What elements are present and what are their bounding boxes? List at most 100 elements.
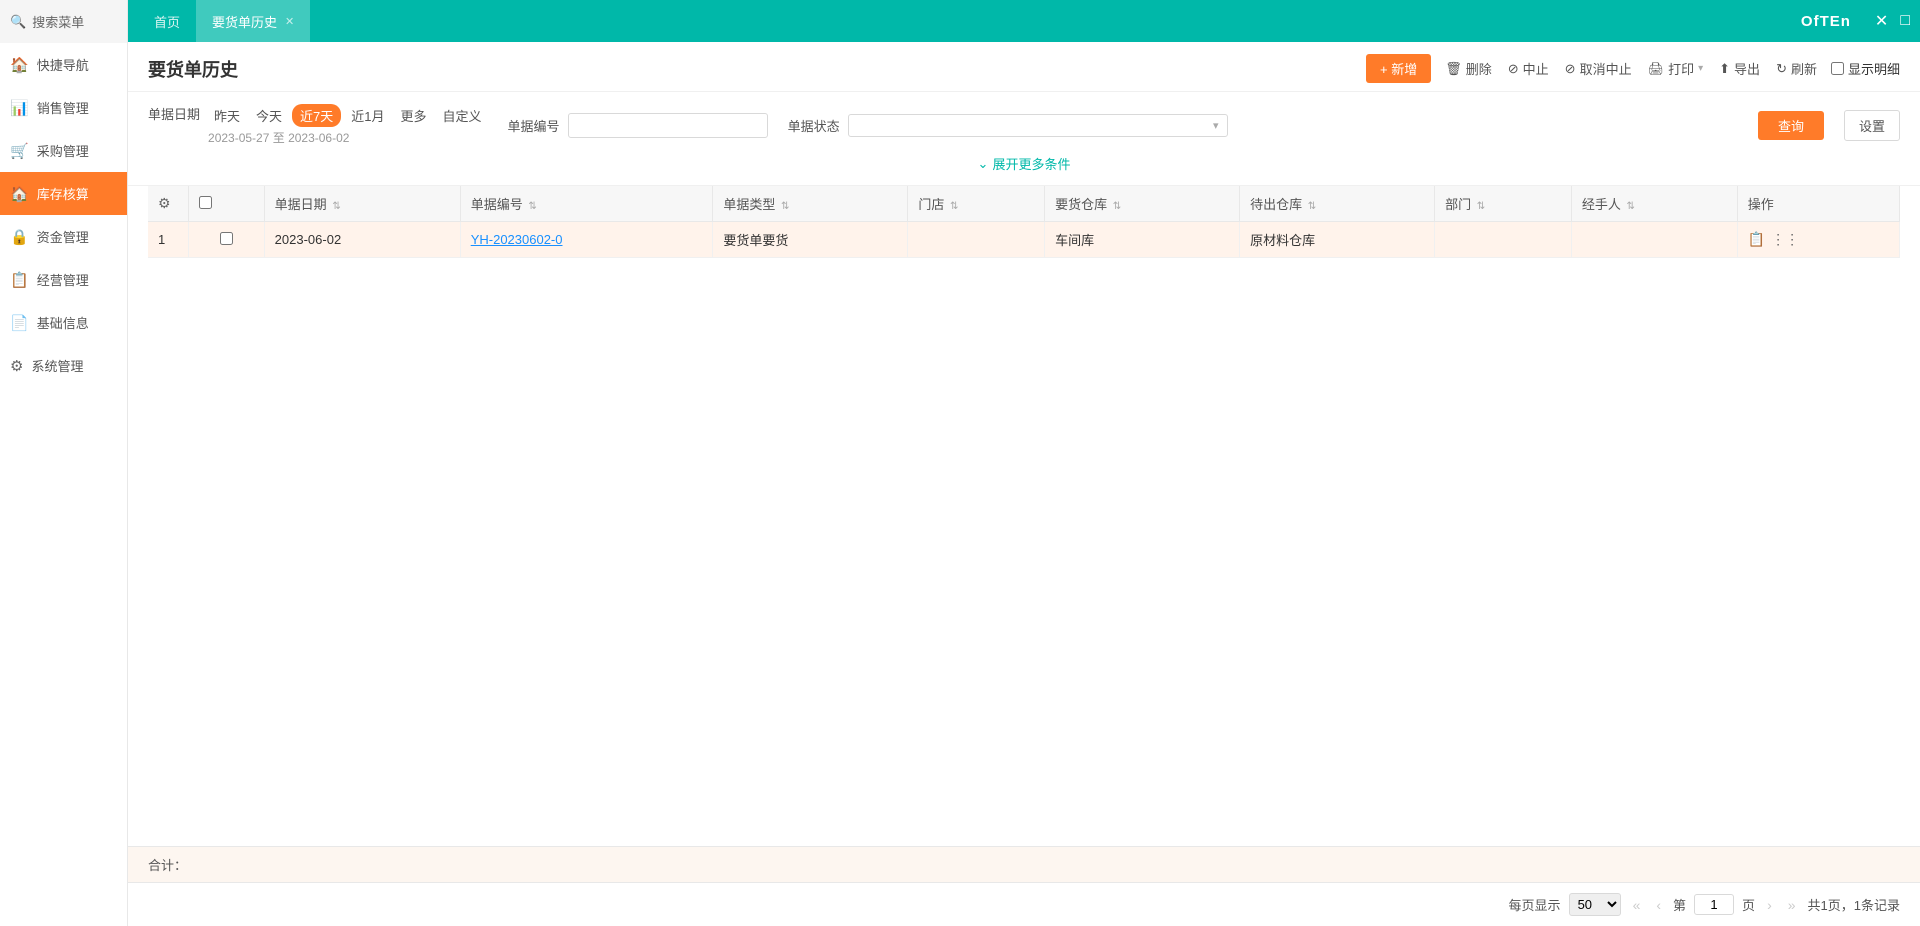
- settings-gear-icon[interactable]: ⚙: [158, 195, 171, 211]
- tab-home[interactable]: 首页: [138, 0, 196, 42]
- sidebar-item-operation[interactable]: 📋 经营管理: [0, 258, 127, 301]
- total-label: 合计：: [148, 855, 187, 874]
- sidebar-item-system[interactable]: ⚙ 系统管理: [0, 344, 127, 387]
- col-date: 单据日期 ⇅: [264, 186, 460, 222]
- tab-requisition-history[interactable]: 要货单历史 ✕: [196, 0, 310, 42]
- date-btn-more[interactable]: 更多: [395, 104, 433, 127]
- sidebar-item-label: 基础信息: [37, 313, 89, 332]
- brand-label: OfTEn: [1801, 13, 1851, 30]
- per-page-select[interactable]: 10 20 50 100: [1569, 893, 1621, 916]
- settings-button[interactable]: 设置: [1844, 110, 1900, 141]
- bill-no-filter-group: 单据编号: [508, 113, 768, 138]
- row-edit-icon[interactable]: ⋮⋮: [1771, 231, 1799, 248]
- row-bill-no: YH-20230602-0: [460, 222, 713, 258]
- refresh-icon: ↻: [1776, 61, 1787, 77]
- action-icons: 📋 ⋮⋮: [1748, 231, 1889, 248]
- sort-department-icon[interactable]: ⇅: [1477, 201, 1485, 212]
- sort-date-icon[interactable]: ⇅: [332, 201, 340, 212]
- col-department: 部门 ⇅: [1435, 186, 1572, 222]
- total-info: 共1页，1条记录: [1808, 895, 1900, 914]
- pagination-bar: 每页显示 10 20 50 100 « ‹ 第 页 › » 共1页，1条记录: [128, 882, 1920, 926]
- row-bill-no-link[interactable]: YH-20230602-0: [471, 232, 563, 247]
- sort-pending-warehouse-icon[interactable]: ⇅: [1308, 201, 1316, 212]
- sidebar-item-label: 系统管理: [31, 356, 83, 375]
- first-page-btn[interactable]: «: [1629, 895, 1645, 915]
- query-button[interactable]: 查询: [1758, 111, 1824, 140]
- window-maximize-icon[interactable]: □: [1900, 12, 1910, 30]
- content-area: 要货单历史 + 新增 🗑 删除 ⊘ 中止 ⊘ 取消中止 🖨 打印: [128, 42, 1920, 926]
- sidebar-item-quick-nav[interactable]: 🏠 快捷导航: [0, 43, 127, 86]
- refresh-button[interactable]: ↻ 刷新: [1774, 55, 1819, 82]
- search-icon: 🔍: [10, 14, 26, 30]
- date-btn-1month[interactable]: 近1月: [345, 104, 390, 127]
- next-page-btn[interactable]: ›: [1763, 895, 1776, 915]
- date-btn-custom[interactable]: 自定义: [437, 104, 488, 127]
- sidebar-item-inventory[interactable]: 🏠 库存核算: [0, 172, 127, 215]
- bill-no-input[interactable]: [568, 113, 768, 138]
- page-suffix: 页: [1742, 895, 1755, 914]
- cancel-stop-icon: ⊘: [1565, 61, 1576, 77]
- status-select[interactable]: ▾: [848, 114, 1228, 137]
- status-label: 单据状态: [788, 116, 840, 135]
- tab-close-icon[interactable]: ✕: [285, 15, 294, 28]
- select-all-checkbox[interactable]: [199, 196, 212, 209]
- sort-handler-icon[interactable]: ⇅: [1626, 201, 1634, 212]
- page-title: 要货单历史: [148, 56, 238, 82]
- stop-icon: ⊘: [1508, 61, 1519, 77]
- col-bill-no: 单据编号 ⇅: [460, 186, 713, 222]
- prev-page-btn[interactable]: ‹: [1652, 895, 1665, 915]
- expand-more-btn[interactable]: ⌄ 展开更多条件: [148, 154, 1900, 173]
- sidebar-item-label: 资金管理: [37, 227, 89, 246]
- inventory-icon: 🏠: [10, 185, 29, 203]
- sidebar-item-label: 销售管理: [37, 98, 89, 117]
- page-number-input[interactable]: [1694, 894, 1734, 915]
- table-header-row: ⚙ 单据日期 ⇅ 单据编号 ⇅: [148, 186, 1900, 222]
- print-icon: 🖨: [1648, 61, 1665, 77]
- toolbar: + 新增 🗑 删除 ⊘ 中止 ⊘ 取消中止 🖨 打印 ▾: [1366, 54, 1900, 83]
- data-table: ⚙ 单据日期 ⇅ 单据编号 ⇅: [148, 186, 1900, 258]
- sidebar-item-finance[interactable]: 🔒 资金管理: [0, 215, 127, 258]
- sort-bill-type-icon[interactable]: ⇅: [781, 201, 789, 212]
- table-footer: 合计：: [128, 846, 1920, 882]
- status-filter-group: 单据状态 ▾: [788, 114, 1738, 137]
- basic-info-icon: 📄: [10, 314, 29, 332]
- row-req-warehouse: 车间库: [1045, 222, 1240, 258]
- sidebar-item-label: 库存核算: [37, 184, 89, 203]
- display-cell-toggle[interactable]: 显示明细: [1831, 59, 1900, 78]
- last-page-btn[interactable]: »: [1784, 895, 1800, 915]
- col-pending-warehouse: 待出仓库 ⇅: [1240, 186, 1435, 222]
- sidebar-item-basic-info[interactable]: 📄 基础信息: [0, 301, 127, 344]
- print-button[interactable]: 🖨 打印 ▾: [1646, 55, 1706, 82]
- sidebar-search[interactable]: 🔍 搜索菜单: [0, 0, 127, 43]
- window-close-icon[interactable]: ✕: [1875, 11, 1888, 31]
- new-button[interactable]: + 新增: [1366, 54, 1431, 83]
- date-btn-7days[interactable]: 近7天: [292, 104, 341, 127]
- date-buttons-group: 昨天 今天 近7天 近1月 更多 自定义 2023-05-27 至 2023-0…: [208, 104, 488, 146]
- sidebar-search-label: 搜索菜单: [32, 12, 84, 31]
- sidebar-item-sales[interactable]: 📊 销售管理: [0, 86, 127, 129]
- expand-label: 展开更多条件: [992, 154, 1070, 173]
- filter-row-1: 单据日期 昨天 今天 近7天 近1月 更多 自定义 2023-05-27 至 2…: [148, 104, 1900, 146]
- filter-area: 单据日期 昨天 今天 近7天 近1月 更多 自定义 2023-05-27 至 2…: [128, 92, 1920, 186]
- row-checkbox[interactable]: [220, 232, 233, 245]
- sort-store-icon[interactable]: ⇅: [950, 201, 958, 212]
- date-btn-yesterday[interactable]: 昨天: [208, 104, 246, 127]
- topbar: 首页 要货单历史 ✕ OfTEn ✕ □: [128, 0, 1920, 42]
- display-cell-checkbox[interactable]: [1831, 62, 1844, 75]
- sort-bill-no-icon[interactable]: ⇅: [528, 201, 536, 212]
- stop-button[interactable]: ⊘ 中止: [1506, 55, 1551, 82]
- main-area: 首页 要货单历史 ✕ OfTEn ✕ □ 要货单历史 + 新增 🗑 删除 ⊘: [128, 0, 1920, 926]
- date-btn-today[interactable]: 今天: [250, 104, 288, 127]
- table-row: 1 2023-06-02 YH-20230602-0 要货单要货 车间库 原材料…: [148, 222, 1900, 258]
- col-store: 门店 ⇅: [908, 186, 1045, 222]
- sort-req-warehouse-icon[interactable]: ⇅: [1113, 201, 1121, 212]
- col-checkbox: [188, 186, 264, 222]
- cancel-stop-button[interactable]: ⊘ 取消中止: [1563, 55, 1634, 82]
- row-handler: [1571, 222, 1737, 258]
- delete-button[interactable]: 🗑 删除: [1443, 55, 1494, 82]
- print-dropdown-icon: ▾: [1698, 63, 1703, 74]
- sidebar-item-purchase[interactable]: 🛒 采购管理: [0, 129, 127, 172]
- date-buttons: 昨天 今天 近7天 近1月 更多 自定义: [208, 104, 488, 127]
- export-button[interactable]: ⬆ 导出: [1717, 55, 1762, 82]
- row-view-icon[interactable]: 📋: [1748, 231, 1765, 248]
